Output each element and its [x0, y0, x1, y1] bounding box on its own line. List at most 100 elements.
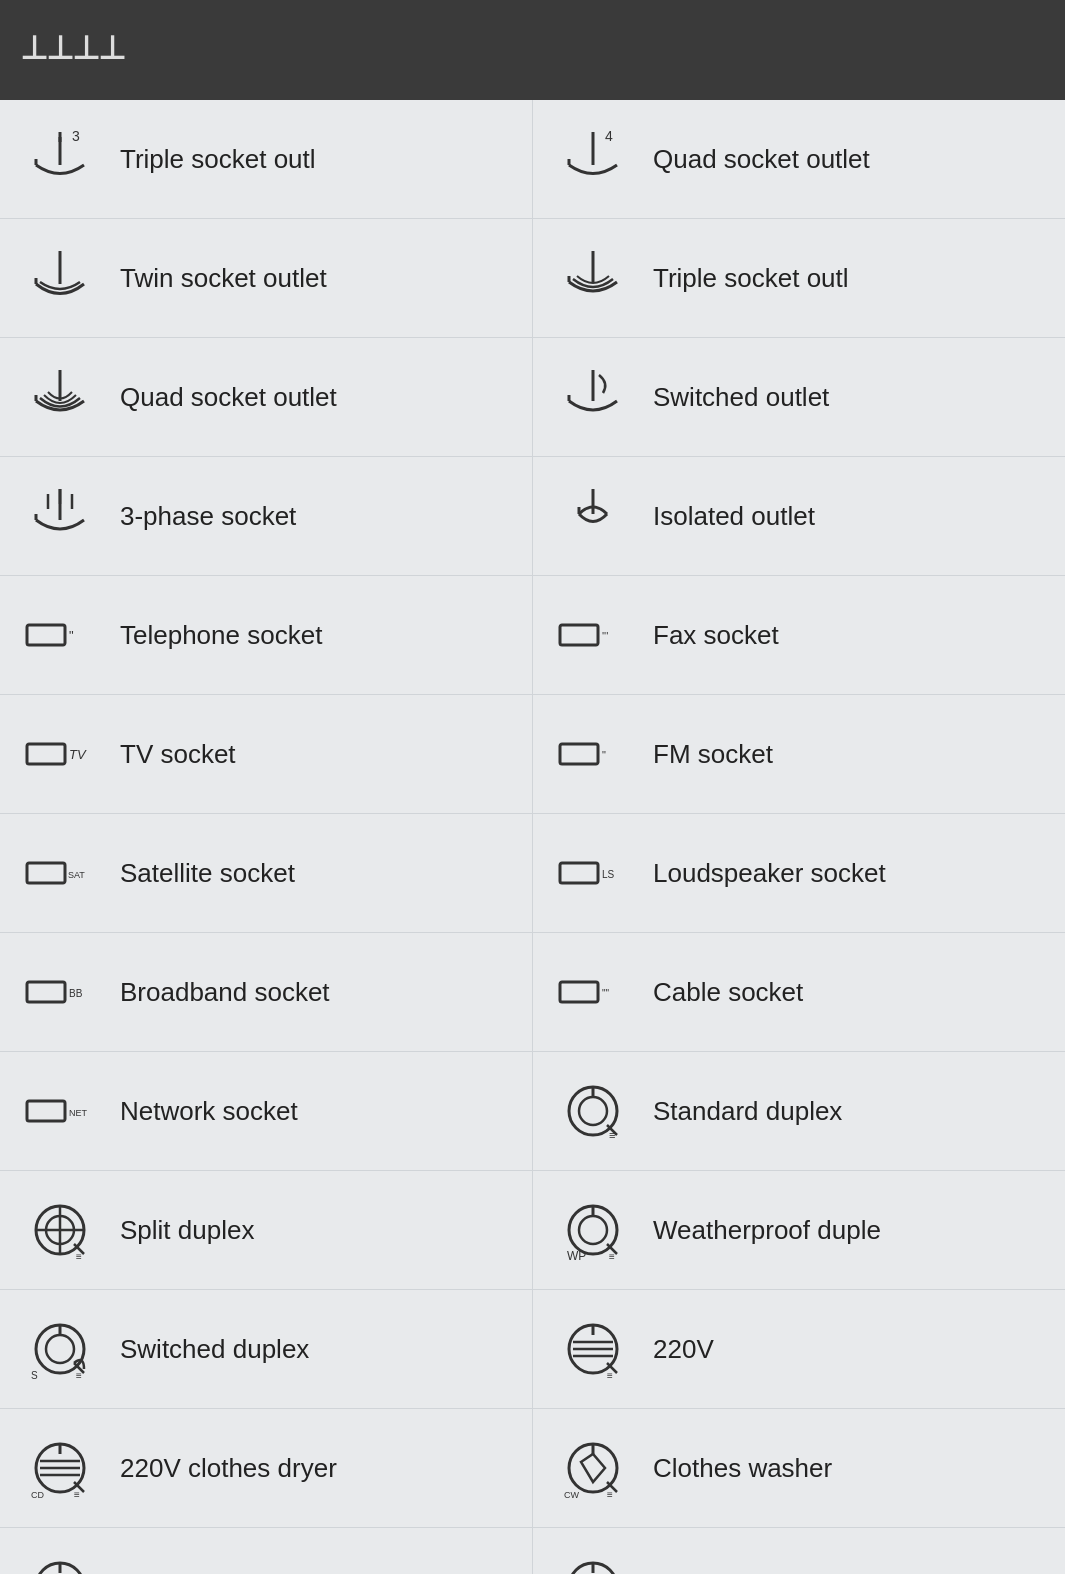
svg-text:4: 4	[605, 128, 613, 144]
svg-text:CD: CD	[31, 1490, 44, 1500]
cell-dishwasher: DW Dishwasher	[533, 1528, 1065, 1574]
svg-rect-30	[27, 863, 65, 883]
icon-twin-socket-outlet	[20, 246, 100, 311]
label-satellite-socket: Satellite socket	[120, 858, 295, 889]
cell-range: R Range	[0, 1528, 532, 1574]
svg-text:3: 3	[72, 128, 80, 144]
label-isolated-outlet: Isolated outlet	[653, 501, 815, 532]
svg-rect-24	[560, 625, 598, 645]
cell-isolated-outlet: Isolated outlet	[533, 457, 1065, 575]
label-220v-clothes-dryer: 220V clothes dryer	[120, 1453, 337, 1484]
svg-rect-22	[27, 625, 65, 645]
header-left: ⊥⊥⊥⊥	[20, 29, 139, 67]
label-quad-socket-outlet: Quad socket outlet	[120, 382, 337, 413]
svg-text:S: S	[31, 1370, 38, 1381]
svg-rect-28	[560, 744, 598, 764]
label-loudspeaker-socket: Loudspeaker socket	[653, 858, 886, 889]
svg-rect-32	[560, 863, 598, 883]
cell-3-phase-socket: 3-phase socket	[0, 457, 532, 575]
cell-triple-socket-outlet-left: 3 Triple socket outl	[0, 100, 532, 218]
svg-rect-36	[560, 982, 598, 1002]
label-telephone-socket: Telephone socket	[120, 620, 322, 651]
svg-text:"": ""	[602, 988, 610, 999]
label-triple-socket-outlet-left: Triple socket outl	[120, 144, 316, 175]
icon-triple-socket-outlet-left: 3	[20, 127, 100, 192]
icon-switched-outlet	[553, 365, 633, 430]
icon-tv-socket: TV	[20, 729, 100, 779]
icon-network-socket: NET	[20, 1086, 100, 1136]
label-switched-duplex: Switched duplex	[120, 1334, 309, 1365]
icon-loudspeaker-socket: LS	[553, 848, 633, 898]
icon-220v: ≡	[553, 1317, 633, 1382]
icon-switched-duplex: S ≡	[20, 1317, 100, 1382]
label-triple-socket-outl-right: Triple socket outl	[653, 263, 849, 294]
svg-text:NET: NET	[69, 1108, 88, 1118]
svg-text:≡: ≡	[76, 1251, 82, 1262]
icon-split-duplex: ≡	[20, 1198, 100, 1263]
cell-switched-duplex: S ≡ Switched duplex	[0, 1290, 532, 1408]
svg-rect-26	[27, 744, 65, 764]
label-weatherproof-duple: Weatherproof duple	[653, 1215, 881, 1246]
svg-text:≡: ≡	[74, 1489, 80, 1500]
cell-switched-outlet: Switched outlet	[533, 338, 1065, 456]
icon-isolated-outlet	[553, 484, 633, 549]
label-split-duplex: Split duplex	[120, 1215, 254, 1246]
icon-range: R	[20, 1555, 100, 1575]
cell-network-socket: NET Network socket	[0, 1052, 532, 1170]
svg-point-52	[579, 1216, 607, 1244]
label-switched-outlet: Switched outlet	[653, 382, 829, 413]
svg-text:≡: ≡	[609, 1251, 615, 1262]
cell-fax-socket: ''' Fax socket	[533, 576, 1065, 694]
icon-quad-socket-outlet-right: 4	[553, 127, 633, 192]
svg-text:WP: WP	[567, 1249, 586, 1263]
label-clothes-washer: Clothes washer	[653, 1453, 832, 1484]
cell-clothes-washer: CW ≡ Clothes washer	[533, 1409, 1065, 1527]
svg-text:≡: ≡	[609, 1129, 615, 1141]
symbols-grid: 3 Triple socket outl 4 Quad socket outle…	[0, 100, 1065, 1574]
icon-cable-socket: ""	[553, 967, 633, 1017]
svg-text:": "	[69, 628, 74, 643]
cell-standard-duplex: ≡ Standard duplex	[533, 1052, 1065, 1170]
svg-point-41	[579, 1097, 607, 1125]
cell-220v: ≡ 220V	[533, 1290, 1065, 1408]
label-quad-socket-outlet-right: Quad socket outlet	[653, 144, 870, 175]
icon-fax-socket: '''	[553, 610, 633, 660]
cell-cable-socket: "" Cable socket	[533, 933, 1065, 1051]
icon-broadband-socket: BB	[20, 967, 100, 1017]
icon-220v-clothes-dryer: CD ≡	[20, 1436, 100, 1501]
icon-triple-socket-outl-right	[553, 246, 633, 311]
svg-text:''': '''	[602, 630, 608, 642]
cell-triple-socket-outl-right: Triple socket outl	[533, 219, 1065, 337]
svg-text:TV: TV	[69, 747, 87, 762]
svg-rect-38	[27, 1101, 65, 1121]
cell-broadband-socket: BB Broadband socket	[0, 933, 532, 1051]
svg-text:": "	[602, 749, 606, 761]
cell-quad-socket-outlet-right: 4 Quad socket outlet	[533, 100, 1065, 218]
cell-tv-socket: TV TV socket	[0, 695, 532, 813]
icon-3-phase-socket	[20, 484, 100, 549]
page-header: ⊥⊥⊥⊥	[0, 0, 1065, 100]
cell-weatherproof-duple: ≡ WP Weatherproof duple	[533, 1171, 1065, 1289]
icon-fm-socket: "	[553, 729, 633, 779]
cell-220v-clothes-dryer: CD ≡ 220V clothes dryer	[0, 1409, 532, 1527]
svg-rect-34	[27, 982, 65, 1002]
svg-text:CW: CW	[564, 1490, 579, 1500]
icon-quad-socket-outlet	[20, 365, 100, 430]
icon-telephone-socket: "	[20, 610, 100, 660]
label-cable-socket: Cable socket	[653, 977, 803, 1008]
svg-text:≡: ≡	[607, 1489, 613, 1500]
cell-split-duplex: ≡ Split duplex	[0, 1171, 532, 1289]
label-standard-duplex: Standard duplex	[653, 1096, 842, 1127]
cell-loudspeaker-socket: LS Loudspeaker socket	[533, 814, 1065, 932]
icon-weatherproof-duple: ≡ WP	[553, 1198, 633, 1263]
svg-text:LS: LS	[602, 869, 615, 880]
label-fm-socket: FM socket	[653, 739, 773, 770]
svg-text:≡: ≡	[607, 1370, 613, 1381]
icon-clothes-washer: CW ≡	[553, 1436, 633, 1501]
cell-fm-socket: " FM socket	[533, 695, 1065, 813]
icon-dishwasher: DW	[553, 1555, 633, 1575]
label-fax-socket: Fax socket	[653, 620, 779, 651]
label-220v: 220V	[653, 1334, 714, 1365]
svg-text:BB: BB	[69, 988, 83, 999]
label-network-socket: Network socket	[120, 1096, 298, 1127]
